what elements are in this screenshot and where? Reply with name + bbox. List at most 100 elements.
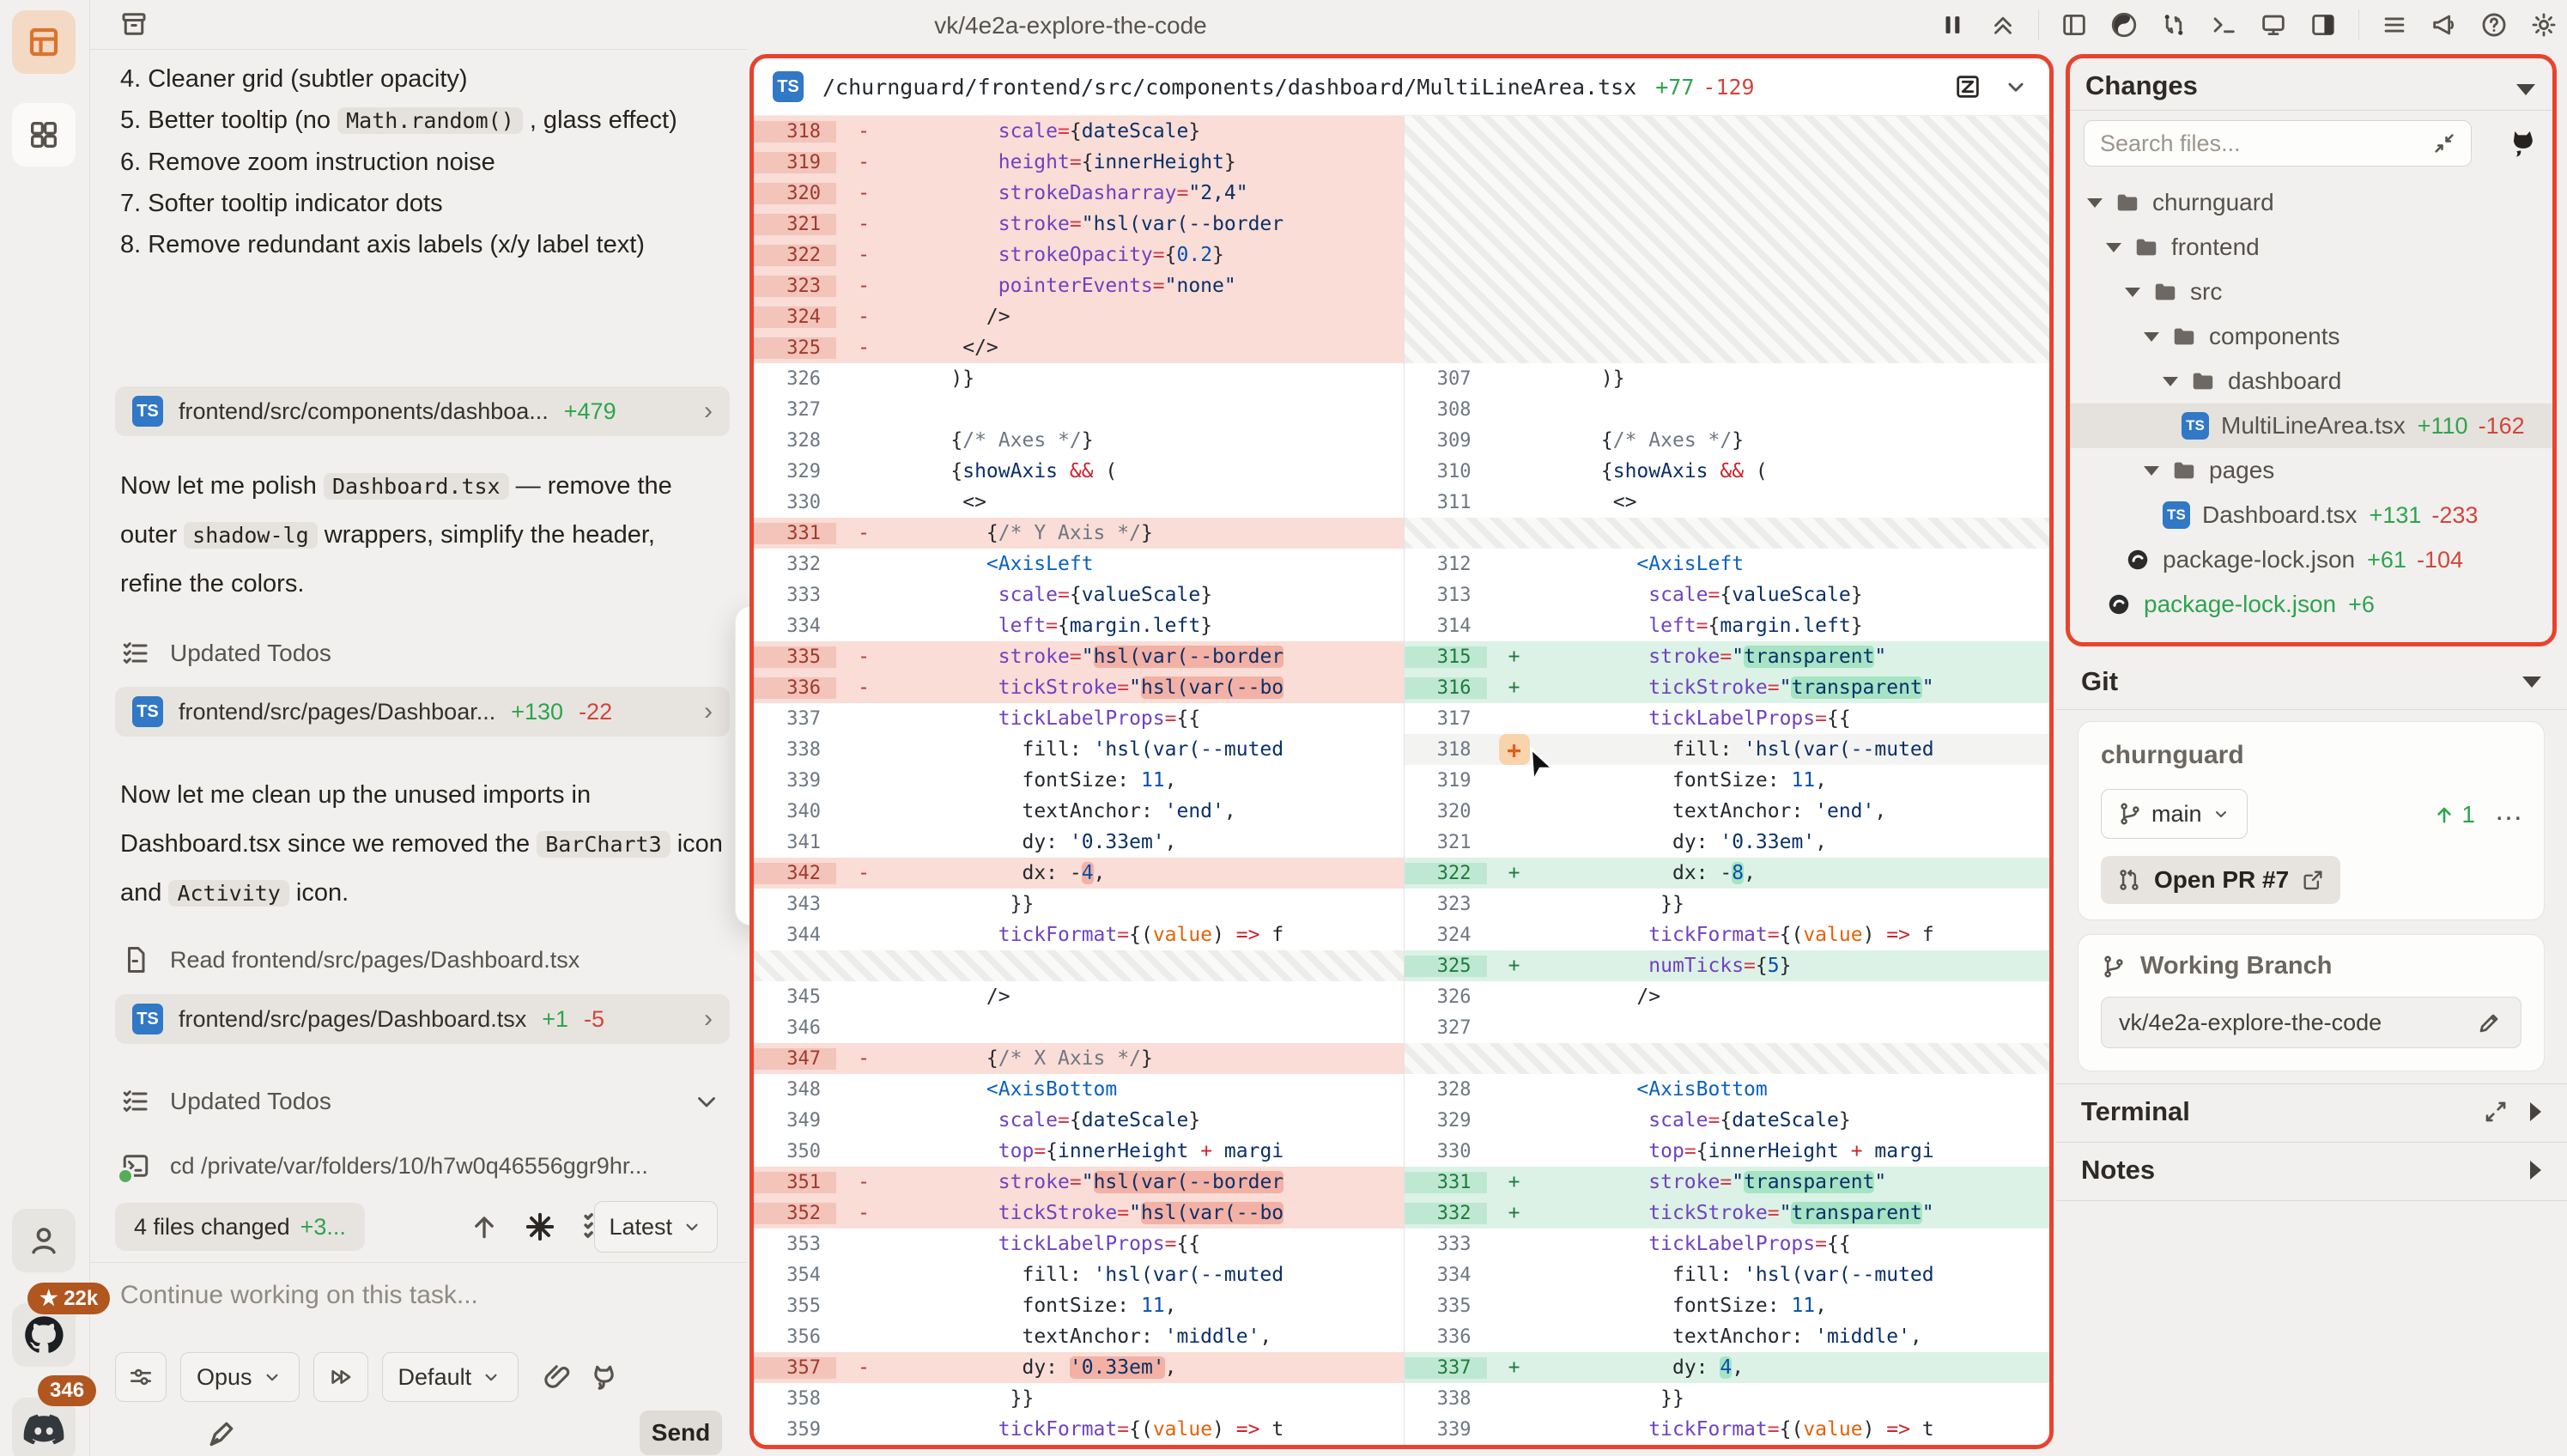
- diff-row[interactable]: 321-stroke="hsl(var(--border: [754, 209, 1404, 240]
- archive-icon[interactable]: [118, 9, 149, 39]
- diff-row[interactable]: 351-stroke="hsl(var(--border: [754, 1167, 1404, 1198]
- diff-row[interactable]: 329{showAxis && (: [754, 456, 1404, 487]
- diff-row[interactable]: 316+tickStroke="transparent": [1405, 672, 2050, 703]
- diff-row[interactable]: 350top={innerHeight + margi: [754, 1136, 1404, 1167]
- diff-row[interactable]: 326/>: [1405, 981, 2050, 1012]
- mode-dropdown[interactable]: Default: [382, 1352, 519, 1402]
- diff-row[interactable]: 354fill: 'hsl(var(--muted: [754, 1259, 1404, 1290]
- diff-row[interactable]: 356textAnchor: 'middle',: [754, 1321, 1404, 1352]
- diff-row[interactable]: 320textAnchor: 'end',: [1405, 796, 2050, 827]
- settings-button[interactable]: [2529, 10, 2558, 39]
- diff-row[interactable]: 307)}: [1405, 363, 2050, 394]
- git-compare-button[interactable]: [2159, 10, 2188, 39]
- diff-row[interactable]: 341dy: '0.33em',: [754, 827, 1404, 858]
- expand-icon[interactable]: [2482, 1098, 2509, 1125]
- diff-row[interactable]: 310{showAxis && (: [1405, 456, 2050, 487]
- git-more-button[interactable]: …: [2494, 794, 2525, 828]
- updated-todos-row[interactable]: Updated Todos: [120, 638, 331, 669]
- diff-row[interactable]: 345/>: [754, 981, 1404, 1012]
- folder-toggle-icon[interactable]: [2106, 243, 2121, 252]
- tree-file-Dashboard.tsx[interactable]: TSDashboard.tsx+131-233: [2070, 493, 2557, 537]
- tree-file-package-lock.json[interactable]: package-lock.json+61-104: [2070, 537, 2557, 582]
- git-section-header[interactable]: Git: [2066, 657, 2557, 707]
- diff-row[interactable]: 313scale={valueScale}: [1405, 579, 2050, 610]
- chevron-down-icon[interactable]: [692, 1087, 721, 1116]
- tree-folder-churnguard[interactable]: churnguard: [2070, 180, 2557, 225]
- attach-button[interactable]: [541, 1361, 573, 1393]
- read-file-row[interactable]: Read frontend/src/pages/Dashboard.tsx: [120, 944, 580, 975]
- diff-row[interactable]: 352-tickStroke="hsl(var(--bo: [754, 1198, 1404, 1228]
- updated-todos-row[interactable]: Updated Todos: [120, 1086, 721, 1117]
- folder-toggle-icon[interactable]: [2163, 377, 2178, 386]
- diff-row[interactable]: 309{/* Axes */}: [1405, 425, 2050, 456]
- diff-row[interactable]: 332<AxisLeft: [754, 549, 1404, 579]
- diff-row[interactable]: 336textAnchor: 'middle',: [1405, 1321, 2050, 1352]
- diff-row[interactable]: 324-/>: [754, 301, 1404, 332]
- diff-row[interactable]: 342-dx: -4,: [754, 858, 1404, 889]
- diff-row[interactable]: 330top={innerHeight + margi: [1405, 1136, 2050, 1167]
- ahead-count[interactable]: 1: [2432, 801, 2475, 828]
- search-shrink-icon[interactable]: [2431, 130, 2457, 156]
- help-button[interactable]: [2479, 10, 2509, 39]
- diff-row[interactable]: 331+stroke="transparent": [1405, 1167, 2050, 1198]
- files-changed-chip[interactable]: 4 files changed +3...: [115, 1203, 365, 1251]
- file-search[interactable]: [2084, 120, 2472, 167]
- diff-row[interactable]: 332+tickStroke="transparent": [1405, 1198, 2050, 1228]
- pencil-icon[interactable]: [2476, 1009, 2503, 1036]
- diff-row[interactable]: 331-{/* Y Axis */}: [754, 518, 1404, 549]
- pause-button[interactable]: [1939, 10, 1968, 39]
- collapse-up-button[interactable]: [1988, 10, 2018, 39]
- diff-row[interactable]: 337tickLabelProps={{: [754, 703, 1404, 734]
- workspace-tab[interactable]: [12, 103, 76, 167]
- diff-row[interactable]: 339fontSize: 11,: [754, 765, 1404, 796]
- diff-row[interactable]: 317tickLabelProps={{: [1405, 703, 2050, 734]
- tree-folder-src[interactable]: src: [2070, 270, 2557, 314]
- diff-row[interactable]: 323-pointerEvents="none": [754, 270, 1404, 301]
- diff-row[interactable]: 324tickFormat={(value) => f: [1405, 919, 2050, 950]
- diff-row[interactable]: 334fill: 'hsl(var(--muted: [1405, 1259, 2050, 1290]
- diff-row[interactable]: 335fontSize: 11,: [1405, 1290, 2050, 1321]
- diff-row[interactable]: 318-scale={dateScale}: [754, 116, 1404, 147]
- tree-folder-pages[interactable]: pages: [2070, 448, 2557, 493]
- diff-row[interactable]: 355fontSize: 11,: [754, 1290, 1404, 1321]
- diff-row[interactable]: 325-</>: [754, 332, 1404, 363]
- diff-row[interactable]: 322+dx: -8,: [1405, 858, 2050, 889]
- diff-row[interactable]: 344tickFormat={(value) => f: [754, 919, 1404, 950]
- monitor-button[interactable]: [2259, 10, 2288, 39]
- diff-row[interactable]: 343}}: [754, 889, 1404, 919]
- menu-button[interactable]: [2380, 10, 2409, 39]
- panel-left-button[interactable]: [2060, 10, 2089, 39]
- diff-row[interactable]: 346: [754, 1012, 1404, 1043]
- tree-file-MultiLineArea.tsx[interactable]: TSMultiLineArea.tsx+110-162: [2070, 403, 2557, 448]
- version-dropdown[interactable]: Latest: [594, 1201, 718, 1253]
- diff-row[interactable]: 328{/* Axes */}: [754, 425, 1404, 456]
- cat-icon[interactable]: [2504, 125, 2540, 161]
- terminal-section-header[interactable]: Terminal: [2066, 1085, 2557, 1138]
- composer-input[interactable]: Continue working on this task...: [120, 1281, 721, 1310]
- discord-button[interactable]: 346: [12, 1398, 76, 1456]
- diff-row[interactable]: 349scale={dateScale}: [754, 1105, 1404, 1136]
- diff-row[interactable]: 337+dy: 4,: [1405, 1352, 2050, 1383]
- open-pr-button[interactable]: Open PR #7: [2101, 856, 2340, 904]
- diff-row[interactable]: 348<AxisBottom: [754, 1074, 1404, 1105]
- diff-row[interactable]: 329scale={dateScale}: [1405, 1105, 2050, 1136]
- scroll-up-button[interactable]: [467, 1210, 501, 1244]
- model-dropdown[interactable]: Opus: [180, 1352, 300, 1402]
- folder-toggle-icon[interactable]: [2144, 332, 2159, 342]
- diff-row[interactable]: 308: [1405, 394, 2050, 425]
- workspace-tab-active[interactable]: [12, 10, 76, 74]
- diff-row[interactable]: 327: [1405, 1012, 2050, 1043]
- diff-row[interactable]: 327: [754, 394, 1404, 425]
- diff-row[interactable]: 336-tickStroke="hsl(var(--bo: [754, 672, 1404, 703]
- composer-settings-button[interactable]: [115, 1352, 167, 1402]
- sketch-pen-icon[interactable]: [204, 1417, 239, 1451]
- diff-row[interactable]: 314left={margin.left}: [1405, 610, 2050, 641]
- file-change-chip[interactable]: TSfrontend/src/pages/Dashboard.tsx+1-5›: [115, 994, 730, 1044]
- tree-file-package-lock.json[interactable]: package-lock.json+6: [2070, 582, 2557, 627]
- account-button[interactable]: [12, 1209, 76, 1272]
- folder-toggle-icon[interactable]: [2125, 288, 2140, 297]
- spark-icon[interactable]: [523, 1210, 557, 1244]
- fast-forward-button[interactable]: [313, 1352, 368, 1402]
- terminal-command-row[interactable]: cd /private/var/folders/10/h7w0q46556ggr…: [120, 1150, 648, 1181]
- notes-section-header[interactable]: Notes: [2066, 1144, 2557, 1197]
